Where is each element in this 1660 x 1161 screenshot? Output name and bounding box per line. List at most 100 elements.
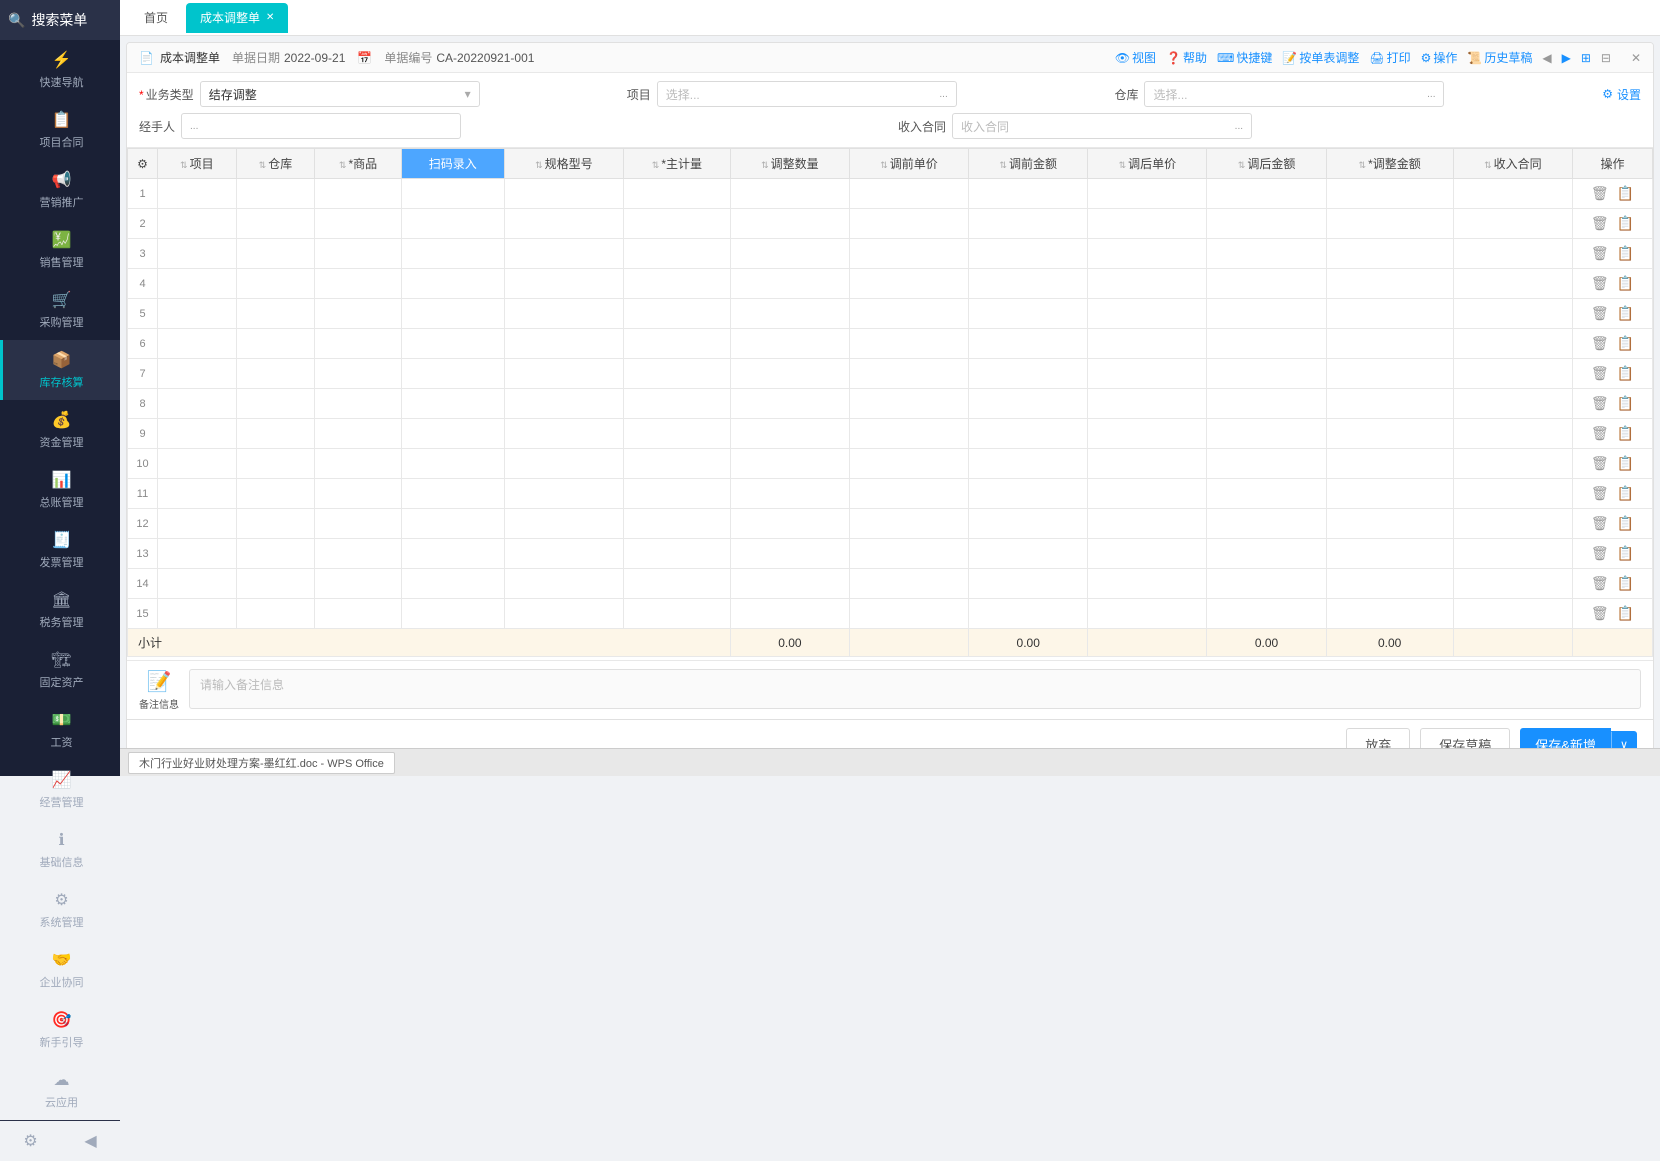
- cell-spec[interactable]: [504, 359, 623, 389]
- sidebar-item-payroll[interactable]: 💵工资: [0, 700, 120, 760]
- cell-spec[interactable]: [504, 209, 623, 239]
- cell-before-unit-price[interactable]: [849, 239, 968, 269]
- cell-after-unit-price[interactable]: [1088, 239, 1207, 269]
- shortcut-action[interactable]: ⌨ 快捷键: [1217, 49, 1272, 66]
- copy-row-icon[interactable]: 📋: [1615, 183, 1636, 204]
- cell-adjust-qty[interactable]: [730, 179, 849, 209]
- cell-income-contract[interactable]: [1453, 599, 1572, 629]
- cell-warehouse[interactable]: [236, 599, 315, 629]
- cell-after-unit-price[interactable]: [1088, 299, 1207, 329]
- cell-warehouse[interactable]: [236, 179, 315, 209]
- cell-adjust-qty[interactable]: [730, 389, 849, 419]
- cell-product[interactable]: [315, 599, 402, 629]
- sidebar-item-tax-management[interactable]: 🏛税务管理: [0, 580, 120, 640]
- cell-before-amount[interactable]: [969, 419, 1088, 449]
- cell-unit[interactable]: [624, 419, 731, 449]
- cell-spec[interactable]: [504, 239, 623, 269]
- sidebar-item-sales-management[interactable]: 💹销售管理: [0, 220, 120, 280]
- cell-scan-input[interactable]: [401, 389, 504, 419]
- cell-adjust-amount[interactable]: [1326, 569, 1453, 599]
- cell-income-contract[interactable]: [1453, 329, 1572, 359]
- cell-after-amount[interactable]: [1207, 569, 1326, 599]
- cell-project[interactable]: [158, 179, 237, 209]
- cell-unit[interactable]: [624, 179, 731, 209]
- sidebar-item-operations-management[interactable]: 📈经营管理: [0, 760, 120, 820]
- cell-scan-input[interactable]: [401, 299, 504, 329]
- cell-unit[interactable]: [624, 479, 731, 509]
- cell-income-contract[interactable]: [1453, 569, 1572, 599]
- delete-row-icon[interactable]: 🗑: [1589, 603, 1611, 624]
- cell-product[interactable]: [315, 239, 402, 269]
- cell-income-contract[interactable]: [1453, 479, 1572, 509]
- cell-after-amount[interactable]: [1207, 449, 1326, 479]
- cell-adjust-qty[interactable]: [730, 479, 849, 509]
- cell-before-amount[interactable]: [969, 569, 1088, 599]
- cell-after-unit-price[interactable]: [1088, 419, 1207, 449]
- cell-project[interactable]: [158, 539, 237, 569]
- cell-income-contract[interactable]: [1453, 269, 1572, 299]
- cell-unit[interactable]: [624, 569, 731, 599]
- cell-before-unit-price[interactable]: [849, 389, 968, 419]
- copy-row-icon[interactable]: 📋: [1615, 393, 1636, 414]
- cell-after-amount[interactable]: [1207, 389, 1326, 419]
- history-action[interactable]: 📜 历史草稿: [1467, 49, 1532, 66]
- cell-unit[interactable]: [624, 299, 731, 329]
- cell-before-amount[interactable]: [969, 599, 1088, 629]
- cell-adjust-qty[interactable]: [730, 239, 849, 269]
- cell-after-unit-price[interactable]: [1088, 389, 1207, 419]
- cell-spec[interactable]: [504, 539, 623, 569]
- cell-before-unit-price[interactable]: [849, 209, 968, 239]
- copy-row-icon[interactable]: 📋: [1615, 333, 1636, 354]
- cell-product[interactable]: [315, 179, 402, 209]
- view-action[interactable]: 👁 视图: [1115, 49, 1156, 66]
- delete-row-icon[interactable]: 🗑: [1589, 183, 1611, 204]
- taskbar-item[interactable]: 木门行业好业财处理方案-墨红红.doc - WPS Office: [128, 752, 395, 774]
- cell-adjust-qty[interactable]: [730, 569, 849, 599]
- delete-row-icon[interactable]: 🗑: [1589, 573, 1611, 594]
- cell-before-unit-price[interactable]: [849, 419, 968, 449]
- cell-warehouse[interactable]: [236, 509, 315, 539]
- cell-product[interactable]: [315, 569, 402, 599]
- cell-adjust-amount[interactable]: [1326, 179, 1453, 209]
- col-scan-input[interactable]: 扫码录入: [401, 149, 504, 179]
- calendar-icon[interactable]: 📅: [357, 51, 372, 65]
- delete-row-icon[interactable]: 🗑: [1589, 423, 1611, 444]
- cell-project[interactable]: [158, 389, 237, 419]
- cell-project[interactable]: [158, 329, 237, 359]
- cell-warehouse[interactable]: [236, 389, 315, 419]
- cell-product[interactable]: [315, 449, 402, 479]
- cell-warehouse[interactable]: [236, 269, 315, 299]
- cell-after-unit-price[interactable]: [1088, 449, 1207, 479]
- delete-row-icon[interactable]: 🗑: [1589, 453, 1611, 474]
- cell-warehouse[interactable]: [236, 569, 315, 599]
- sidebar-item-basic-info[interactable]: ℹ基础信息: [0, 820, 120, 880]
- delete-row-icon[interactable]: 🗑: [1589, 543, 1611, 564]
- cell-adjust-amount[interactable]: [1326, 449, 1453, 479]
- cell-adjust-amount[interactable]: [1326, 389, 1453, 419]
- cell-product[interactable]: [315, 539, 402, 569]
- cell-scan-input[interactable]: [401, 419, 504, 449]
- cell-before-unit-price[interactable]: [849, 359, 968, 389]
- cell-after-unit-price[interactable]: [1088, 509, 1207, 539]
- cell-before-amount[interactable]: [969, 449, 1088, 479]
- cell-income-contract[interactable]: [1453, 449, 1572, 479]
- project-input[interactable]: 选择... ...: [657, 81, 957, 107]
- cell-scan-input[interactable]: [401, 449, 504, 479]
- delete-row-icon[interactable]: 🗑: [1589, 333, 1611, 354]
- cell-before-amount[interactable]: [969, 359, 1088, 389]
- copy-row-icon[interactable]: 📋: [1615, 273, 1636, 294]
- cell-before-amount[interactable]: [969, 239, 1088, 269]
- adjust-action[interactable]: 📝 按单表调整: [1282, 49, 1359, 66]
- cell-project[interactable]: [158, 209, 237, 239]
- cell-spec[interactable]: [504, 599, 623, 629]
- cell-unit[interactable]: [624, 389, 731, 419]
- cell-after-unit-price[interactable]: [1088, 269, 1207, 299]
- cell-adjust-amount[interactable]: [1326, 299, 1453, 329]
- cell-product[interactable]: [315, 269, 402, 299]
- cell-before-unit-price[interactable]: [849, 179, 968, 209]
- col-settings[interactable]: ⚙: [128, 149, 158, 179]
- cell-after-unit-price[interactable]: [1088, 359, 1207, 389]
- cell-income-contract[interactable]: [1453, 179, 1572, 209]
- delete-row-icon[interactable]: 🗑: [1589, 393, 1611, 414]
- cell-unit[interactable]: [624, 449, 731, 479]
